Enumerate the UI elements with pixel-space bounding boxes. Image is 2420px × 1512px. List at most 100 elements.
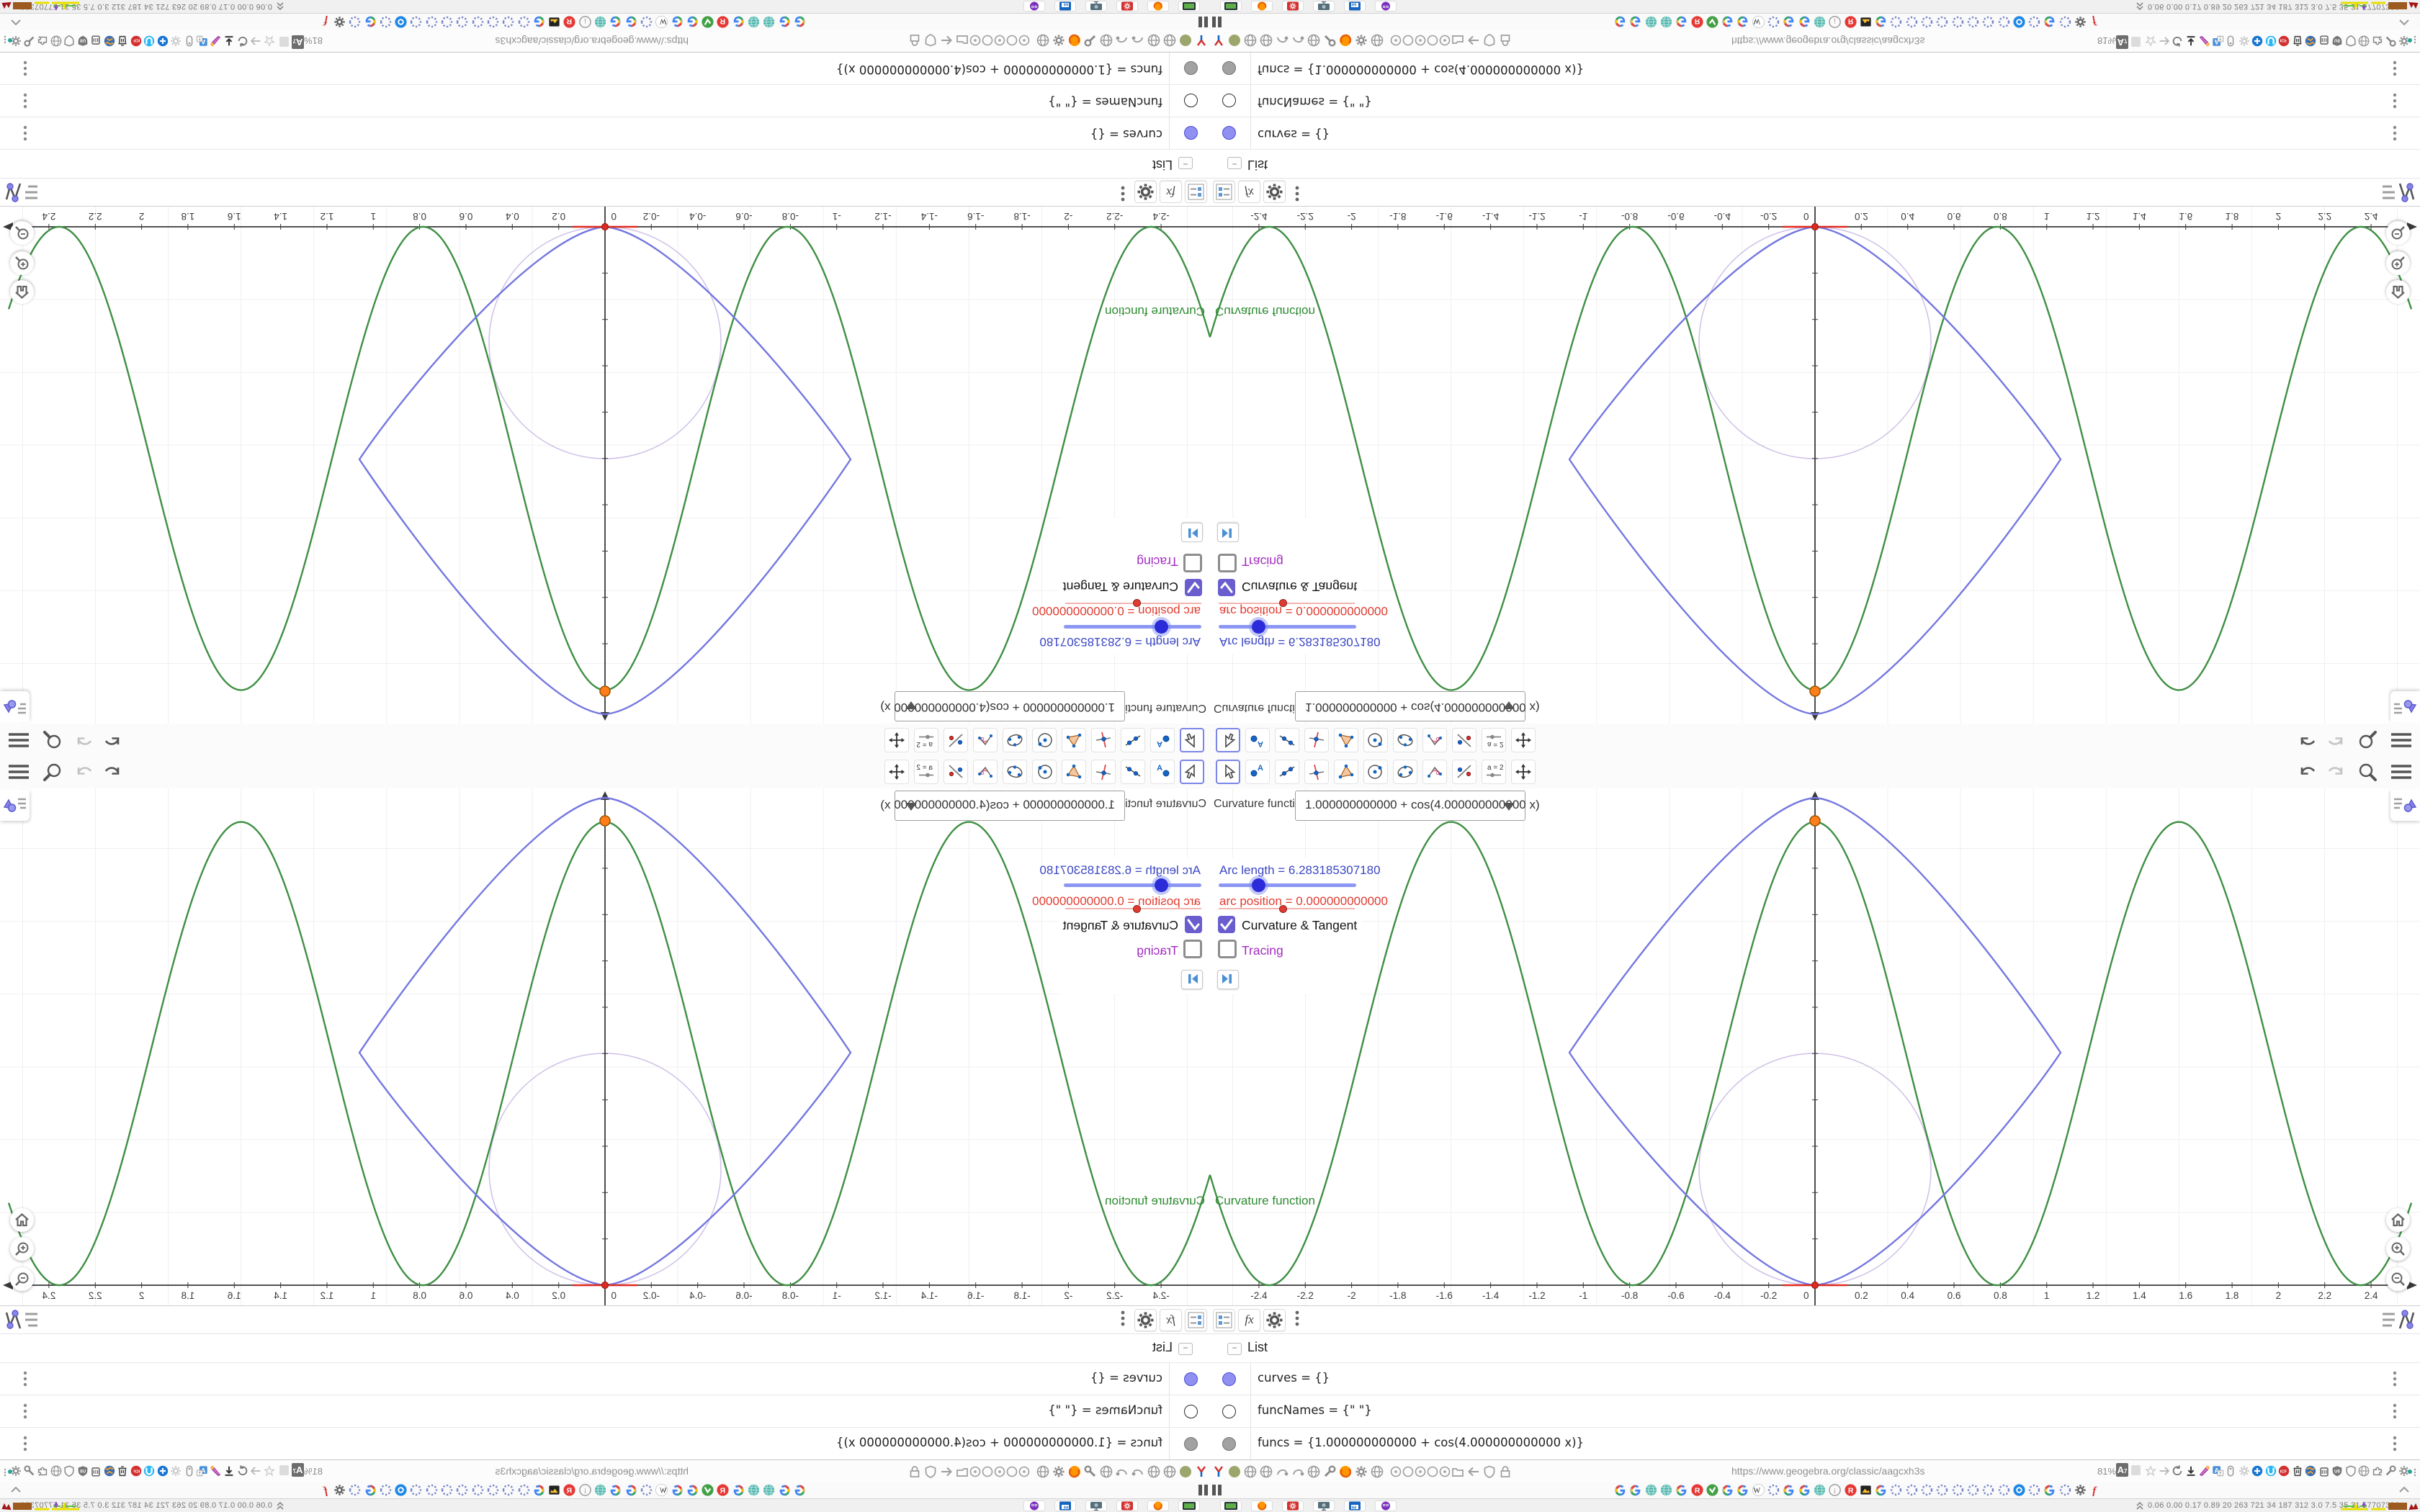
info-icon[interactable]: i <box>578 1483 592 1497</box>
overflow-dots-icon[interactable] <box>1 35 13 45</box>
globe-icon[interactable] <box>1243 1464 1258 1479</box>
monitor-app-icon[interactable] <box>1313 1500 1335 1511</box>
line-tool-button[interactable] <box>1275 728 1299 752</box>
flower-ring-icon[interactable] <box>517 1483 531 1497</box>
olive-dot-icon[interactable] <box>1178 1464 1193 1479</box>
globe-color-icon[interactable] <box>102 1464 116 1479</box>
gear-icon[interactable] <box>1354 1464 1368 1479</box>
olive-dot-icon[interactable] <box>1227 1464 1242 1479</box>
reload-icon[interactable] <box>2171 33 2185 48</box>
arc-length-slider-knob[interactable] <box>1155 620 1168 634</box>
plus-blue-icon[interactable] <box>2251 1464 2265 1479</box>
media-pause-icon[interactable] <box>1198 17 1208 27</box>
ellipse-tool-button[interactable] <box>1393 728 1417 752</box>
lock-icon[interactable] <box>1498 1464 1512 1479</box>
reflect-tool-button[interactable] <box>1452 728 1476 752</box>
overflow-dots-icon[interactable] <box>2407 1467 2419 1477</box>
reload-icon[interactable] <box>2171 1464 2185 1479</box>
globe-teal-icon[interactable] <box>593 15 607 29</box>
globe-icon[interactable] <box>1259 33 1273 48</box>
info-icon[interactable]: i <box>1828 15 1842 29</box>
terminal-app-icon[interactable] <box>1220 1 1242 12</box>
algebra-descriptions-button[interactable] <box>1185 181 1207 203</box>
pill-icon[interactable] <box>182 1464 196 1479</box>
settings-gear-button[interactable] <box>1134 181 1157 203</box>
settings-app-icon[interactable] <box>1116 1 1138 12</box>
visibility-dot[interactable] <box>1222 1437 1236 1451</box>
flower-ring-icon[interactable] <box>640 1483 653 1497</box>
blue-dot-icon[interactable] <box>2012 1483 2026 1497</box>
globe-icon[interactable] <box>1099 1464 1113 1479</box>
trash-icon[interactable] <box>115 1464 130 1479</box>
play-step-button[interactable] <box>1181 970 1203 989</box>
firefox-app-icon[interactable] <box>1147 1 1169 12</box>
fx-button[interactable]: fx <box>1160 181 1182 203</box>
globe-icon[interactable] <box>1307 33 1321 48</box>
tracing-checkbox[interactable] <box>1218 940 1237 958</box>
algebra-row[interactable]: funcNames = {" "} <box>0 1395 1210 1427</box>
arc-dot-icon[interactable] <box>1115 1464 1129 1479</box>
globe-teal-icon[interactable] <box>747 1483 761 1497</box>
gear-pale-icon[interactable] <box>2238 33 2252 48</box>
wrench-icon[interactable] <box>2384 1464 2398 1479</box>
google-icon[interactable] <box>532 15 546 29</box>
graphics-view[interactable]: -2.4 -2.2 -2 -1.8 -1.6 -1.4 -1.2 -1 -0.8 -0.6 -0.4… <box>1210 207 2420 724</box>
algebra-descriptions-button[interactable] <box>1213 181 1235 203</box>
firefox-icon[interactable] <box>1338 33 1353 48</box>
red-badge-icon[interactable]: ICF <box>128 1464 143 1479</box>
red-badge-icon[interactable]: ICF <box>2277 1464 2292 1479</box>
algebra-row[interactable]: funcNames = {" "} <box>0 85 1210 117</box>
y-tool-icon[interactable] <box>1194 1464 1209 1479</box>
gear-pale-icon[interactable] <box>169 1464 183 1479</box>
chevron-up-icon[interactable] <box>10 1485 22 1494</box>
flower-ring-icon[interactable] <box>440 15 454 29</box>
bin-icon[interactable] <box>2318 33 2332 48</box>
google-icon[interactable] <box>624 15 638 29</box>
google-icon[interactable] <box>793 1483 807 1497</box>
google-icon[interactable] <box>2043 1483 2056 1497</box>
info-icon[interactable]: i <box>578 15 592 29</box>
home-button[interactable] <box>10 280 34 304</box>
wrench-icon[interactable] <box>1322 1464 1337 1479</box>
algebra-row[interactable]: funcNames = {" "} <box>1210 85 2420 117</box>
flower-ring-icon[interactable] <box>501 15 515 29</box>
ellipse-tool-button[interactable] <box>1003 760 1027 784</box>
arrow-right-icon[interactable] <box>248 33 263 48</box>
flower-ring-icon[interactable] <box>1905 15 1919 29</box>
angle-tool-button[interactable]: α <box>1422 728 1447 752</box>
pill-icon[interactable] <box>182 33 196 48</box>
reflect-tool-button[interactable] <box>944 728 968 752</box>
terminal-app-icon[interactable] <box>1178 1 1200 12</box>
google-icon[interactable] <box>778 1483 792 1497</box>
algebra-descriptions-button[interactable] <box>1185 1309 1207 1331</box>
point-tool-button[interactable]: A <box>1245 760 1270 784</box>
y-tool-icon[interactable] <box>1194 33 1209 48</box>
facebook-icon[interactable]: f <box>318 1483 331 1497</box>
polygon-tool-button[interactable] <box>1334 760 1358 784</box>
arc-position-slider-knob[interactable] <box>1133 599 1141 607</box>
leaf-icon[interactable] <box>701 15 714 29</box>
leaf-icon[interactable] <box>1706 15 1719 29</box>
shield-icon[interactable] <box>1482 1464 1497 1479</box>
gear-dark-icon[interactable] <box>2074 15 2087 29</box>
flower-ring-icon[interactable] <box>2058 15 2072 29</box>
globe-icon[interactable] <box>1307 1464 1321 1479</box>
plus-blue-icon[interactable] <box>155 1464 169 1479</box>
lock-icon[interactable] <box>908 1464 922 1479</box>
reload-icon[interactable] <box>235 1464 249 1479</box>
dot-circle-icon[interactable] <box>1438 1464 1452 1479</box>
shield-outline-icon[interactable] <box>2344 1464 2359 1479</box>
folder-icon[interactable] <box>1451 1464 1465 1479</box>
menu-hamburger-icon[interactable] <box>9 729 30 750</box>
collapse-toggle[interactable]: − <box>1227 1343 1242 1355</box>
firefox-icon[interactable] <box>1067 1464 1082 1479</box>
ellipse-tool-button[interactable] <box>1003 728 1027 752</box>
slider-tool-button[interactable]: a = 2 <box>914 760 938 784</box>
angle-tool-button[interactable]: α <box>973 760 998 784</box>
settings-app-icon[interactable] <box>1282 1500 1304 1511</box>
perpendicular-line-tool-button[interactable] <box>1091 728 1116 752</box>
point-tool-button[interactable]: A <box>1150 760 1175 784</box>
graphics-view[interactable]: -2.4 -2.2 -2 -1.8 -1.6 -1.4 -1.2 -1 -0.8 -0.6 -0.4… <box>0 207 1210 724</box>
visibility-dot[interactable] <box>1184 61 1198 75</box>
dot-circle-icon[interactable] <box>968 1464 982 1479</box>
